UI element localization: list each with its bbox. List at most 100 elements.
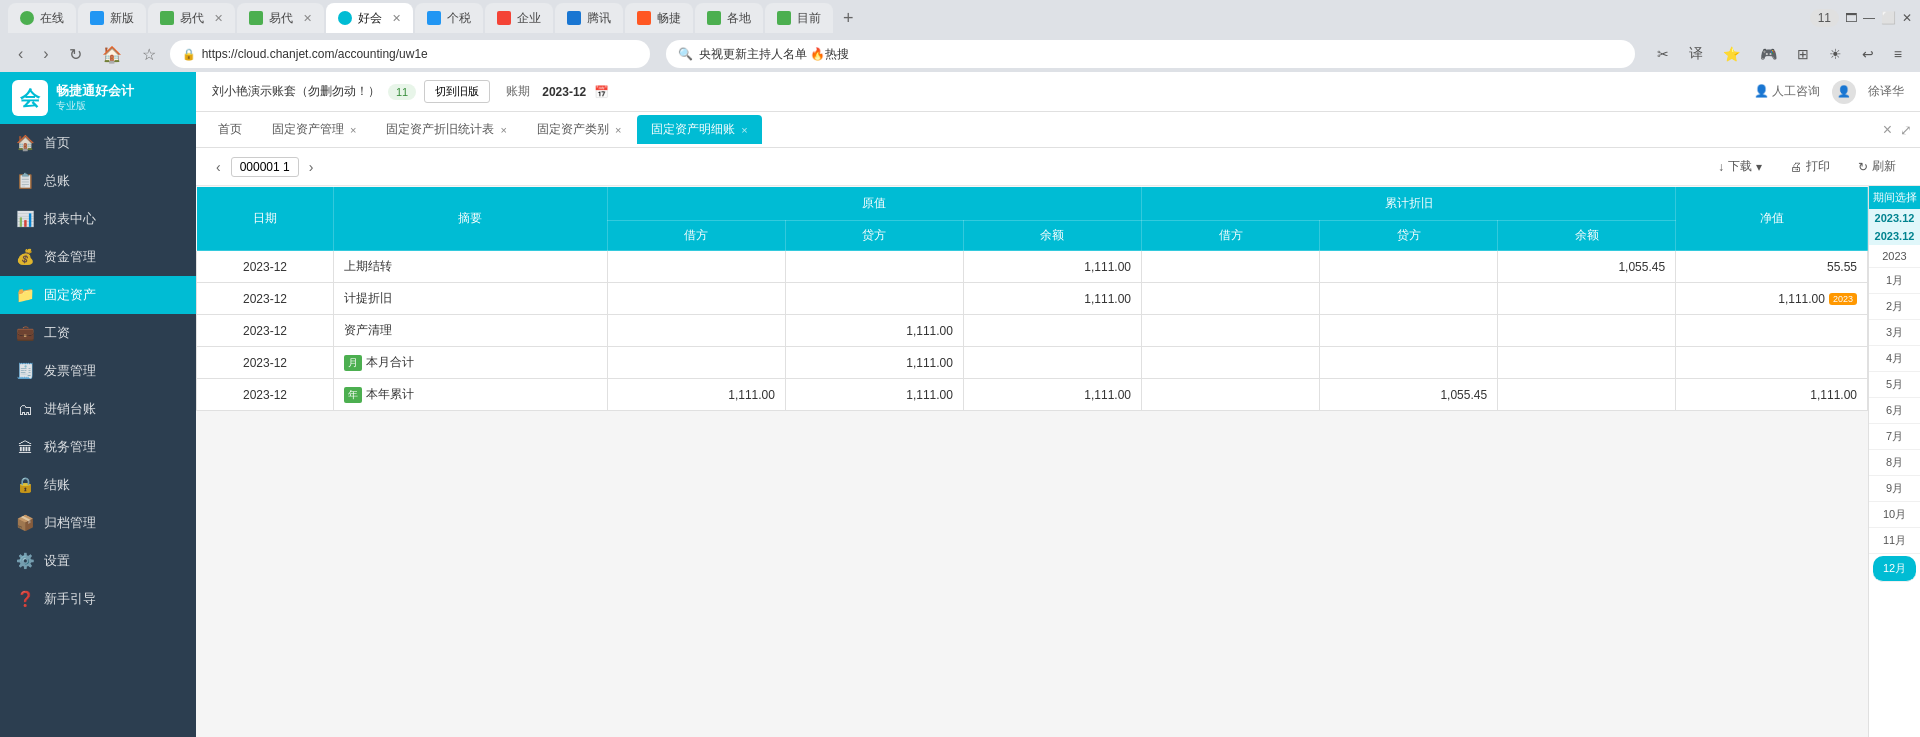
- browser-tab-new[interactable]: 新版: [78, 3, 146, 33]
- period-month-4[interactable]: 4月: [1869, 346, 1920, 372]
- archive-icon: 📦: [16, 514, 34, 532]
- tax-icon: 🏛: [16, 439, 34, 456]
- period-year-2023[interactable]: 2023: [1869, 245, 1920, 268]
- period-month-5[interactable]: 5月: [1869, 372, 1920, 398]
- sidebar-item-closing[interactable]: 🔒 结账: [0, 466, 196, 504]
- sidebar-label-closing: 结账: [44, 476, 70, 494]
- period-month-11[interactable]: 11月: [1869, 528, 1920, 554]
- username-label: 徐译华: [1868, 83, 1904, 100]
- period-month-7[interactable]: 7月: [1869, 424, 1920, 450]
- cut-button[interactable]: ✂: [1651, 44, 1675, 64]
- sidebar-item-guide[interactable]: ❓ 新手引导: [0, 580, 196, 618]
- report-icon: 📊: [16, 210, 34, 228]
- gamepad-button[interactable]: 🎮: [1754, 44, 1783, 64]
- period-month-3[interactable]: 3月: [1869, 320, 1920, 346]
- browser-tab-online[interactable]: 在线: [8, 3, 76, 33]
- switch-version-button[interactable]: 切到旧版: [424, 80, 490, 103]
- grid-button[interactable]: ⊞: [1791, 44, 1815, 64]
- cell-orig-balance: [963, 347, 1141, 379]
- page-number-display[interactable]: 000001 1: [231, 157, 299, 177]
- back-button[interactable]: ‹: [12, 43, 29, 65]
- user-avatar: 👤: [1832, 80, 1856, 104]
- tab-fixed-category[interactable]: 固定资产类别 ×: [523, 115, 635, 144]
- cell-accum-debit: [1142, 347, 1320, 379]
- cell-summary: 上期结转: [333, 251, 607, 283]
- tab-fixed-mgmt[interactable]: 固定资产管理 ×: [258, 115, 370, 144]
- browser-tab-geshui[interactable]: 个税: [415, 3, 483, 33]
- browser-tab-qiye[interactable]: 企业: [485, 3, 553, 33]
- menu-button[interactable]: ≡: [1888, 44, 1908, 64]
- period-month-6[interactable]: 6月: [1869, 398, 1920, 424]
- tab-home[interactable]: 首页: [204, 115, 256, 144]
- download-button[interactable]: ↓ ↓ 下载 下载 ▾: [1710, 154, 1770, 179]
- download-icon: ↓: [1718, 160, 1724, 174]
- tab-fixed-detail[interactable]: 固定资产明细账 ×: [637, 115, 761, 144]
- undo-button[interactable]: ↩: [1856, 44, 1880, 64]
- consult-button[interactable]: 👤 人工咨询: [1754, 83, 1820, 100]
- sidebar-label-invoice: 发票管理: [44, 362, 96, 380]
- sidebar-item-settings[interactable]: ⚙️ 设置: [0, 542, 196, 580]
- browser-tab-yidai2[interactable]: 易代 ✕: [237, 3, 324, 33]
- forward-button[interactable]: ›: [37, 43, 54, 65]
- prev-page-button[interactable]: ‹: [212, 157, 225, 177]
- page-tabs: 首页 固定资产管理 × 固定资产折旧统计表 × 固定资产类别 × 固定资产明细账…: [196, 112, 1920, 148]
- calendar-icon[interactable]: 📅: [594, 85, 609, 99]
- col-orig-balance: 余额: [963, 221, 1141, 251]
- browser-tab-gedi[interactable]: 各地: [695, 3, 763, 33]
- browser-tab-muqian[interactable]: 目前: [765, 3, 833, 33]
- search-input[interactable]: 🔍 央视更新主持人名单 🔥热搜: [666, 40, 1635, 68]
- sidebar-item-report[interactable]: 📊 报表中心: [0, 200, 196, 238]
- browser-tab-yidai1[interactable]: 易代 ✕: [148, 3, 235, 33]
- sidebar-label-archive: 归档管理: [44, 514, 96, 532]
- period-month-12[interactable]: 12月: [1873, 556, 1916, 582]
- period-month-2[interactable]: 2月: [1869, 294, 1920, 320]
- account-badge: 11: [388, 84, 416, 100]
- tab-fixed-depreciation[interactable]: 固定资产折旧统计表 ×: [372, 115, 520, 144]
- cell-orig-credit: 1,111.00: [785, 315, 963, 347]
- period-month-8[interactable]: 8月: [1869, 450, 1920, 476]
- expand-panel-button[interactable]: ⤢: [1900, 122, 1912, 138]
- home-button[interactable]: 🏠: [96, 43, 128, 66]
- reload-button[interactable]: ↻: [63, 43, 88, 66]
- refresh-button[interactable]: ↻ 刷新: [1850, 154, 1904, 179]
- browser-tab-changjie[interactable]: 畅捷: [625, 3, 693, 33]
- sidebar-item-funds[interactable]: 💰 资金管理: [0, 238, 196, 276]
- cell-orig-debit: [607, 251, 785, 283]
- tab-close-fixed-mgmt[interactable]: ×: [350, 124, 356, 136]
- sidebar-label-guide: 新手引导: [44, 590, 96, 608]
- translate-button[interactable]: 译: [1683, 43, 1709, 65]
- period-header: 期间选择: [1869, 186, 1920, 209]
- sidebar-item-tax[interactable]: 🏛 税务管理: [0, 428, 196, 466]
- close-panel-button[interactable]: ×: [1883, 121, 1892, 139]
- next-page-button[interactable]: ›: [305, 157, 318, 177]
- sidebar-item-purchase[interactable]: 🗂 进销台账: [0, 390, 196, 428]
- new-tab-button[interactable]: +: [835, 8, 862, 29]
- browser-tab-haokuai[interactable]: 好会 ✕: [326, 3, 413, 33]
- tab-close-depreciation[interactable]: ×: [500, 124, 506, 136]
- sidebar-item-invoice[interactable]: 🧾 发票管理: [0, 352, 196, 390]
- period-month-9[interactable]: 9月: [1869, 476, 1920, 502]
- sidebar-item-ledger[interactable]: 📋 总账: [0, 162, 196, 200]
- sidebar-label-salary: 工资: [44, 324, 70, 342]
- extension1-button[interactable]: ⭐: [1717, 44, 1746, 64]
- cell-accum-credit: [1320, 347, 1498, 379]
- period-month-10[interactable]: 10月: [1869, 502, 1920, 528]
- toolbar: ‹ 000001 1 › ↓ ↓ 下载 下载 ▾ 🖨 打印 ↻ 刷新: [196, 148, 1920, 186]
- sidebar-item-fixed[interactable]: 📁 固定资产: [0, 276, 196, 314]
- url-input[interactable]: 🔒 https://cloud.chanjet.com/accounting/u…: [170, 40, 650, 68]
- browser-tab-tencent[interactable]: 腾讯: [555, 3, 623, 33]
- tab-close-detail[interactable]: ×: [741, 124, 747, 136]
- bookmark-button[interactable]: ☆: [136, 43, 162, 66]
- cell-net: [1676, 315, 1868, 347]
- cell-accum-credit: [1320, 251, 1498, 283]
- consult-icon: 👤: [1754, 84, 1769, 98]
- brightness-button[interactable]: ☀: [1823, 44, 1848, 64]
- sidebar-item-home[interactable]: 🏠 首页: [0, 124, 196, 162]
- period-month-1[interactable]: 1月: [1869, 268, 1920, 294]
- sidebar-item-salary[interactable]: 💼 工资: [0, 314, 196, 352]
- browser-toolbar-right: ✂ 译 ⭐ 🎮 ⊞ ☀ ↩ ≡: [1651, 43, 1908, 65]
- sidebar-item-archive[interactable]: 📦 归档管理: [0, 504, 196, 542]
- sidebar-label-home: 首页: [44, 134, 70, 152]
- tab-close-category[interactable]: ×: [615, 124, 621, 136]
- print-button[interactable]: 🖨 打印: [1782, 154, 1838, 179]
